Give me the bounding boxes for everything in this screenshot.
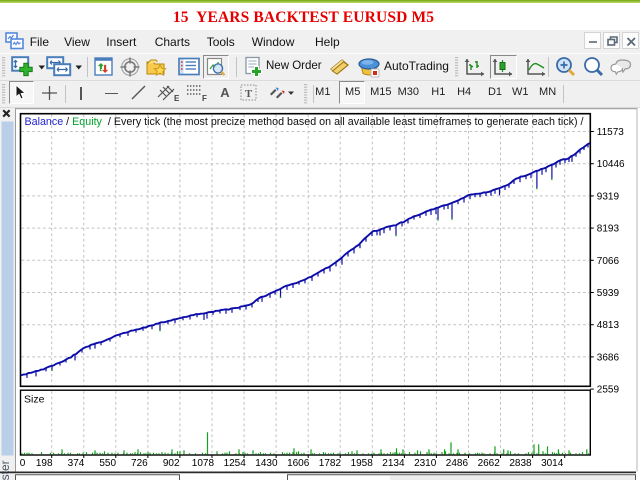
svg-text:1606: 1606 — [287, 458, 310, 469]
svg-text:2559: 2559 — [597, 385, 620, 396]
svg-text:3014: 3014 — [541, 458, 564, 469]
svg-text:726: 726 — [131, 458, 148, 469]
svg-text:4813: 4813 — [597, 320, 620, 331]
svg-text:F: F — [202, 94, 207, 103]
svg-text:0: 0 — [20, 458, 26, 469]
svg-text:2134: 2134 — [382, 458, 405, 469]
svg-text:5939: 5939 — [597, 288, 620, 299]
svg-text:1782: 1782 — [319, 458, 342, 469]
svg-text:1254: 1254 — [224, 458, 247, 469]
svg-text:11573: 11573 — [597, 127, 625, 138]
svg-text:1958: 1958 — [351, 458, 374, 469]
svg-text:2662: 2662 — [478, 458, 501, 469]
svg-text:2486: 2486 — [446, 458, 469, 469]
svg-text:Size: Size — [24, 394, 45, 406]
svg-text:374: 374 — [68, 458, 85, 469]
svg-text:3686: 3686 — [597, 352, 620, 363]
svg-text:1430: 1430 — [255, 458, 278, 469]
svg-text:9319: 9319 — [597, 191, 620, 202]
svg-text:10446: 10446 — [597, 159, 625, 170]
svg-text:Tester: Tester — [0, 460, 12, 480]
svg-text:2838: 2838 — [509, 458, 532, 469]
svg-text:7066: 7066 — [597, 256, 620, 267]
svg-text:1078: 1078 — [192, 458, 215, 469]
svg-text:902: 902 — [163, 458, 180, 469]
svg-text:8193: 8193 — [597, 224, 620, 235]
svg-text:198: 198 — [36, 458, 53, 469]
svg-text:2310: 2310 — [414, 458, 437, 469]
svg-text:Balance / Equity / Every tick: Balance / Equity / Every tick (the most … — [25, 116, 584, 128]
svg-text:550: 550 — [99, 458, 116, 469]
svg-text:E: E — [174, 94, 180, 103]
svg-text:T: T — [245, 88, 253, 100]
